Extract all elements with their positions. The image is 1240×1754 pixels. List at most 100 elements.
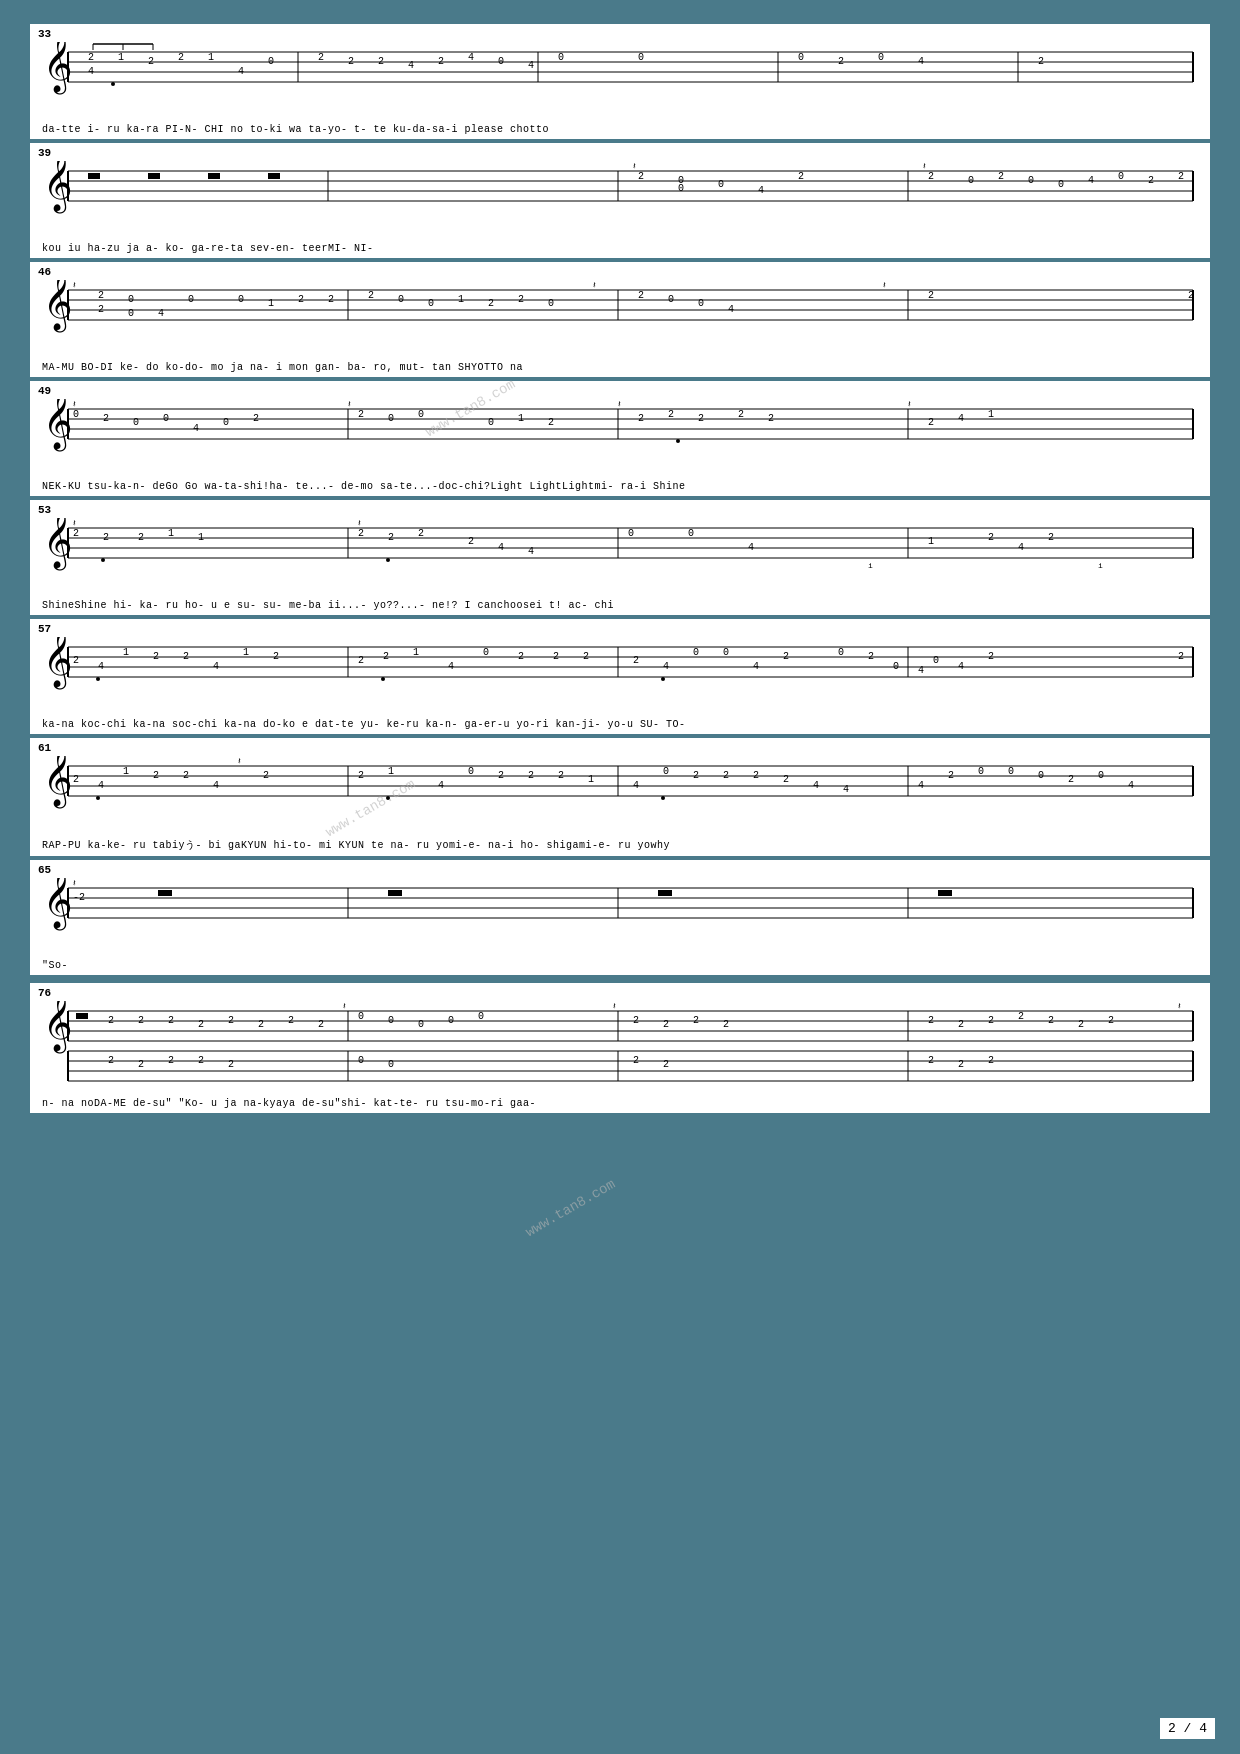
svg-text:2: 2 (548, 417, 554, 428)
svg-text:2: 2 (263, 770, 269, 781)
svg-text:2: 2 (108, 1015, 114, 1026)
svg-text:2: 2 (693, 770, 699, 781)
svg-text:2: 2 (368, 290, 374, 301)
svg-text:4: 4 (843, 784, 849, 795)
svg-text:2: 2 (958, 1059, 964, 1070)
svg-text:0: 0 (388, 413, 394, 424)
measure-number-76: 76 (38, 987, 1202, 999)
svg-point-173 (386, 558, 390, 562)
svg-rect-50 (148, 173, 160, 179)
svg-text:1: 1 (388, 766, 394, 777)
svg-text:4: 4 (1018, 542, 1024, 553)
svg-text:0: 0 (163, 413, 169, 424)
measure-number-61: 61 (38, 742, 1202, 754)
svg-text:2: 2 (358, 770, 364, 781)
svg-text:4: 4 (238, 66, 244, 77)
svg-text:0: 0 (798, 52, 804, 63)
svg-rect-279 (938, 890, 952, 896)
section-57: 57 𝄞 2 4 1 2 2 4 1 2 (30, 619, 1210, 734)
svg-text:2: 2 (103, 532, 109, 543)
section-46: 46 𝄞 𝄽 2 0 2 0 4 0 (30, 262, 1210, 377)
svg-rect-51 (208, 173, 220, 179)
svg-text:0: 0 (628, 528, 634, 539)
svg-text:1: 1 (413, 647, 419, 658)
svg-text:2: 2 (138, 532, 144, 543)
svg-text:2: 2 (1048, 1015, 1054, 1026)
svg-text:2: 2 (528, 770, 534, 781)
svg-text:4: 4 (753, 661, 759, 672)
svg-text:0: 0 (238, 294, 244, 305)
svg-text:𝄽: 𝄽 (1178, 1003, 1181, 1009)
svg-text:2: 2 (153, 770, 159, 781)
svg-text:2: 2 (258, 1019, 264, 1030)
svg-text:0: 0 (1058, 179, 1064, 190)
svg-text:0: 0 (418, 409, 424, 420)
svg-text:2: 2 (998, 171, 1004, 182)
lyrics-33: da-tte i- ru ka-ra PI-N- CHI no to-ki wa… (38, 124, 1202, 135)
svg-text:4: 4 (663, 661, 669, 672)
svg-text:0: 0 (428, 298, 434, 309)
svg-text:0: 0 (1008, 766, 1014, 777)
svg-text:2: 2 (633, 1015, 639, 1026)
svg-text:i: i (1098, 561, 1103, 570)
svg-text:2: 2 (558, 770, 564, 781)
lyrics-53: ShineShine hi- ka- ru ho- u e su- su- me… (38, 600, 1202, 611)
svg-text:0: 0 (448, 1015, 454, 1026)
svg-text:0: 0 (188, 294, 194, 305)
lyrics-46: MA-MU BO-DI ke- do ko-do- mo ja na- i mo… (38, 362, 1202, 373)
svg-text:0: 0 (1118, 171, 1124, 182)
svg-text:0: 0 (468, 766, 474, 777)
svg-text:2: 2 (948, 770, 954, 781)
svg-text:2: 2 (1108, 1015, 1114, 1026)
svg-text:1: 1 (123, 647, 129, 658)
svg-text:0: 0 (693, 647, 699, 658)
measure-number-39: 39 (38, 147, 1202, 159)
tab-staff-61: 𝄞 2 4 1 2 2 4 𝄽 2 2 1 4 0 (38, 756, 1202, 836)
svg-text:2: 2 (438, 56, 444, 67)
svg-text:i: i (868, 561, 873, 570)
svg-text:4: 4 (918, 780, 924, 791)
svg-text:2: 2 (553, 651, 559, 662)
svg-text:2: 2 (1068, 774, 1074, 785)
svg-point-218 (661, 677, 665, 681)
svg-text:0: 0 (223, 417, 229, 428)
svg-text:2: 2 (958, 1019, 964, 1030)
svg-text:0: 0 (698, 298, 704, 309)
tab-staff-65: 𝄞 -2 𝄽 (38, 878, 1202, 958)
tab-staff-39: 𝄞 2 0 0 0 4 2 2 0 2 (38, 161, 1202, 241)
svg-point-34 (111, 82, 115, 86)
svg-text:0: 0 (388, 1059, 394, 1070)
svg-text:2: 2 (488, 298, 494, 309)
svg-text:0: 0 (398, 294, 404, 305)
svg-text:0: 0 (558, 52, 564, 63)
svg-text:4: 4 (158, 308, 164, 319)
svg-text:0: 0 (1028, 175, 1034, 186)
lyrics-39: kou iu ha-zu ja a- ko- ga-re-ta sev-en- … (38, 243, 1202, 254)
tab-staff-53: 𝄞 2 𝄽 2 2 1 1 2 𝄽 2 2 2 4 4 (38, 518, 1202, 598)
svg-text:1: 1 (123, 766, 129, 777)
svg-text:2: 2 (378, 56, 384, 67)
svg-text:2: 2 (358, 409, 364, 420)
svg-point-216 (96, 677, 100, 681)
svg-text:2: 2 (183, 770, 189, 781)
svg-text:0: 0 (718, 179, 724, 190)
svg-text:2: 2 (928, 1055, 934, 1066)
watermark3: www.tan8.com (523, 1176, 618, 1240)
svg-text:1: 1 (588, 774, 594, 785)
section-49: 49 𝄞 0 𝄽 2 0 0 4 0 2 (30, 381, 1210, 496)
svg-text:1: 1 (518, 413, 524, 424)
svg-text:𝄽: 𝄽 (73, 401, 76, 407)
svg-text:2: 2 (73, 655, 79, 666)
svg-text:4: 4 (728, 304, 734, 315)
svg-text:2: 2 (198, 1019, 204, 1030)
svg-text:2: 2 (198, 1055, 204, 1066)
svg-text:-2: -2 (73, 892, 85, 903)
svg-text:0: 0 (663, 766, 669, 777)
svg-text:2: 2 (753, 770, 759, 781)
svg-text:2: 2 (1038, 56, 1044, 67)
svg-text:𝄽: 𝄽 (348, 401, 351, 407)
svg-text:𝄽: 𝄽 (238, 758, 241, 764)
svg-text:4: 4 (98, 661, 104, 672)
section-39: 39 𝄞 2 0 0 0 (30, 143, 1210, 258)
svg-text:4: 4 (448, 661, 454, 672)
